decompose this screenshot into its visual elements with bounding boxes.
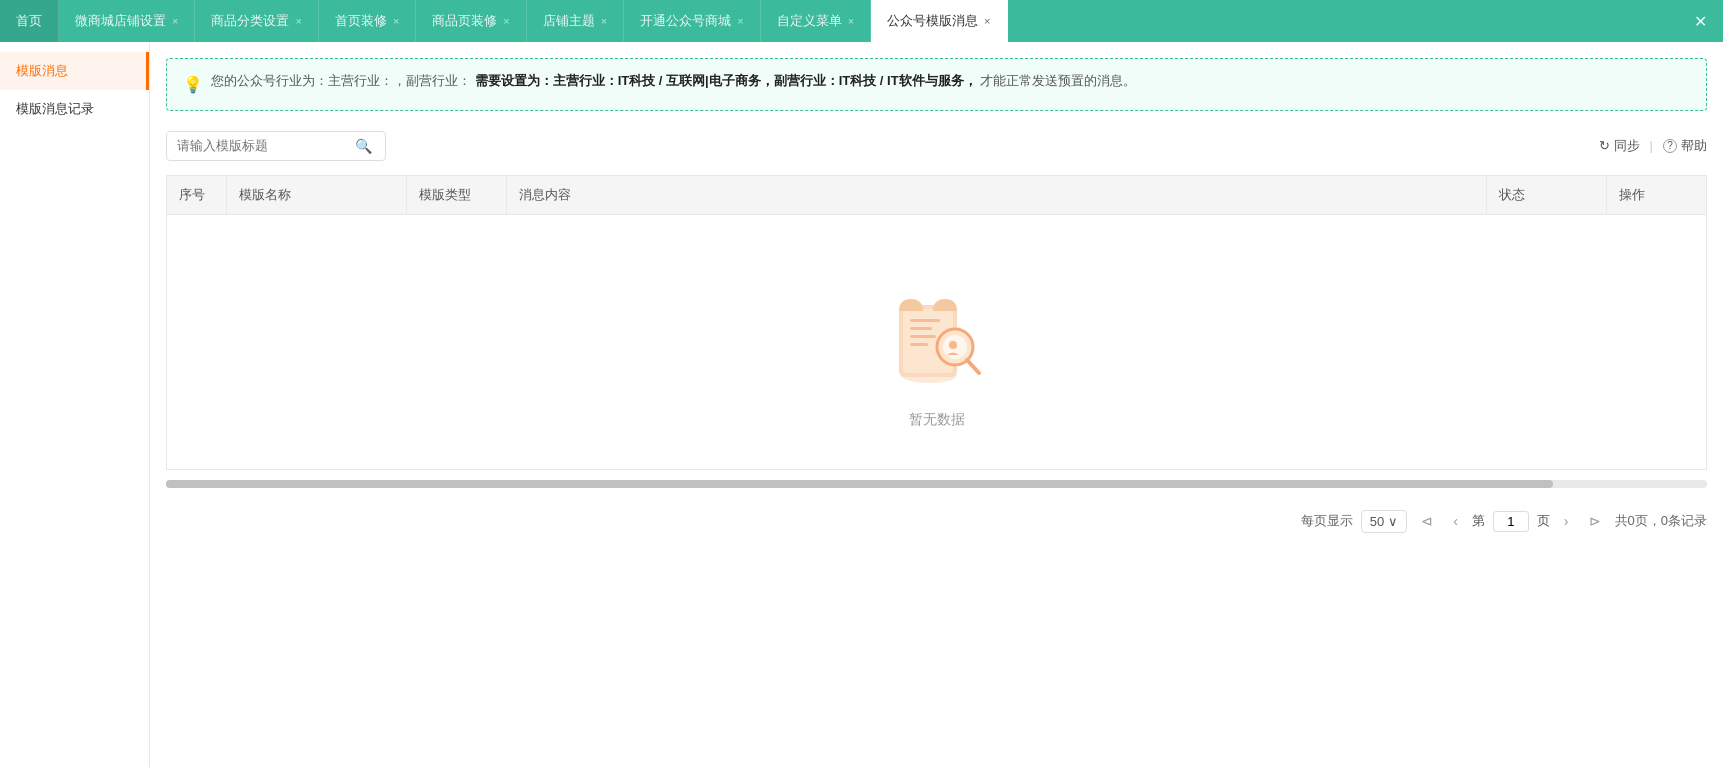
last-page-button[interactable]: ⊳ (1583, 511, 1607, 531)
help-label: 帮助 (1681, 137, 1707, 155)
nav-tab-home-decoration-label: 首页装修 (335, 12, 387, 30)
data-table: 序号 模版名称 模版类型 消息内容 状态 操作 (166, 175, 1707, 470)
close-all-icon: ✕ (1694, 13, 1707, 30)
per-page-value: 50 (1370, 514, 1384, 529)
sidebar-item-template-message-label: 模版消息 (16, 63, 68, 78)
nav-tab-home-label: 首页 (16, 12, 42, 30)
horizontal-scrollbar[interactable] (166, 480, 1707, 488)
prev-page-button[interactable]: ‹ (1447, 511, 1464, 531)
col-action: 操作 (1607, 175, 1707, 214)
svg-rect-3 (910, 319, 940, 322)
nav-tab-custom-menu-label: 自定义菜单 (777, 12, 842, 30)
nav-tab-category-settings[interactable]: 商品分类设置 × (195, 0, 318, 42)
main-content: 💡 您的公众号行业为：主营行业：，副营行业： 需要设置为：主营行业：IT科技 /… (150, 42, 1723, 767)
close-home-decoration-icon[interactable]: × (393, 15, 399, 27)
next-page-icon: › (1564, 513, 1569, 529)
search-actions: ↻ 同步 | ? 帮助 (1599, 137, 1707, 155)
empty-state: 暂无数据 (167, 215, 1706, 469)
nav-tab-open-mall[interactable]: 开通公众号商城 × (624, 0, 760, 42)
sidebar: 模版消息 模版消息记录 (0, 42, 150, 767)
svg-rect-6 (910, 343, 928, 346)
notice-suffix: 才能正常发送预置的消息。 (980, 73, 1136, 88)
search-icon: 🔍 (355, 138, 372, 154)
svg-rect-5 (910, 335, 936, 338)
per-page-select[interactable]: 50 ∨ (1361, 510, 1407, 533)
empty-illustration (877, 275, 997, 395)
search-input-wrap: 🔍 (166, 131, 386, 161)
table-header-row: 序号 模版名称 模版类型 消息内容 状态 操作 (167, 175, 1707, 214)
nav-tab-category-settings-label: 商品分类设置 (211, 12, 289, 30)
layout: 模版消息 模版消息记录 💡 您的公众号行业为：主营行业：，副营行业： 需要设置为… (0, 42, 1723, 767)
nav-tab-home[interactable]: 首页 (0, 0, 59, 42)
notice-icon: 💡 (183, 72, 203, 98)
nav-tab-template-msg-label: 公众号模版消息 (887, 12, 978, 30)
nav-tab-store-theme-label: 店铺主题 (543, 12, 595, 30)
prev-page-icon: ‹ (1453, 513, 1458, 529)
empty-row: 暂无数据 (167, 214, 1707, 469)
sync-button[interactable]: ↻ 同步 (1599, 137, 1640, 155)
nav-tab-product-decoration[interactable]: 商品页装修 × (416, 0, 526, 42)
close-all-button[interactable]: ✕ (1678, 12, 1723, 31)
page-label-after: 页 (1537, 512, 1550, 530)
col-index: 序号 (167, 175, 227, 214)
nav-tab-template-msg[interactable]: 公众号模版消息 × (871, 0, 1007, 42)
search-button[interactable]: 🔍 (347, 132, 380, 160)
nav-tab-store-settings-label: 微商城店铺设置 (75, 12, 166, 30)
chevron-down-icon: ∨ (1388, 514, 1398, 529)
search-bar: 🔍 ↻ 同步 | ? 帮助 (166, 131, 1707, 161)
nav-tab-open-mall-label: 开通公众号商城 (640, 12, 731, 30)
svg-rect-4 (910, 327, 932, 330)
col-type: 模版类型 (407, 175, 507, 214)
nav-tab-home-decoration[interactable]: 首页装修 × (319, 0, 416, 42)
empty-state-text: 暂无数据 (909, 411, 965, 429)
nav-tab-store-theme[interactable]: 店铺主题 × (527, 0, 624, 42)
first-page-button[interactable]: ⊲ (1415, 511, 1439, 531)
col-status: 状态 (1487, 175, 1607, 214)
close-template-msg-icon[interactable]: × (984, 15, 990, 27)
top-nav: 首页 微商城店铺设置 × 商品分类设置 × 首页装修 × 商品页装修 × 店铺主… (0, 0, 1723, 42)
page-label-before: 第 (1472, 512, 1485, 530)
close-store-settings-icon[interactable]: × (172, 15, 178, 27)
notice-text: 您的公众号行业为：主营行业：，副营行业： 需要设置为：主营行业：IT科技 / 互… (211, 71, 1136, 92)
close-open-mall-icon[interactable]: × (737, 15, 743, 27)
scrollbar-thumb[interactable] (166, 480, 1553, 488)
nav-tab-store-settings[interactable]: 微商城店铺设置 × (59, 0, 195, 42)
sync-icon: ↻ (1599, 138, 1610, 153)
per-page-label: 每页显示 (1301, 512, 1353, 530)
col-name: 模版名称 (227, 175, 407, 214)
notice-prefix: 您的公众号行业为：主营行业：，副营行业： (211, 73, 471, 88)
sidebar-item-template-message[interactable]: 模版消息 (0, 52, 149, 90)
first-page-icon: ⊲ (1421, 513, 1433, 529)
close-store-theme-icon[interactable]: × (601, 15, 607, 27)
next-page-button[interactable]: › (1558, 511, 1575, 531)
divider: | (1650, 138, 1653, 153)
total-text: 共0页，0条记录 (1615, 512, 1707, 530)
search-input[interactable] (167, 132, 347, 159)
nav-tab-product-decoration-label: 商品页装修 (432, 12, 497, 30)
sync-label: 同步 (1614, 137, 1640, 155)
col-content: 消息内容 (507, 175, 1487, 214)
sidebar-item-template-message-log[interactable]: 模版消息记录 (0, 90, 149, 128)
svg-line-9 (967, 360, 979, 373)
sidebar-item-template-message-log-label: 模版消息记录 (16, 101, 94, 116)
close-product-decoration-icon[interactable]: × (503, 15, 509, 27)
close-category-settings-icon[interactable]: × (295, 15, 301, 27)
svg-point-10 (949, 341, 957, 349)
current-page-input[interactable] (1493, 511, 1529, 532)
close-custom-menu-icon[interactable]: × (848, 15, 854, 27)
help-icon: ? (1663, 139, 1677, 153)
notice-highlight: 需要设置为：主营行业：IT科技 / 互联网|电子商务，副营行业：IT科技 / I… (475, 73, 977, 88)
notice-banner: 💡 您的公众号行业为：主营行业：，副营行业： 需要设置为：主营行业：IT科技 /… (166, 58, 1707, 111)
pagination: 每页显示 50 ∨ ⊲ ‹ 第 页 › ⊳ 共0页，0条记录 (166, 498, 1707, 537)
nav-tab-custom-menu[interactable]: 自定义菜单 × (761, 0, 871, 42)
help-button[interactable]: ? 帮助 (1663, 137, 1707, 155)
last-page-icon: ⊳ (1589, 513, 1601, 529)
